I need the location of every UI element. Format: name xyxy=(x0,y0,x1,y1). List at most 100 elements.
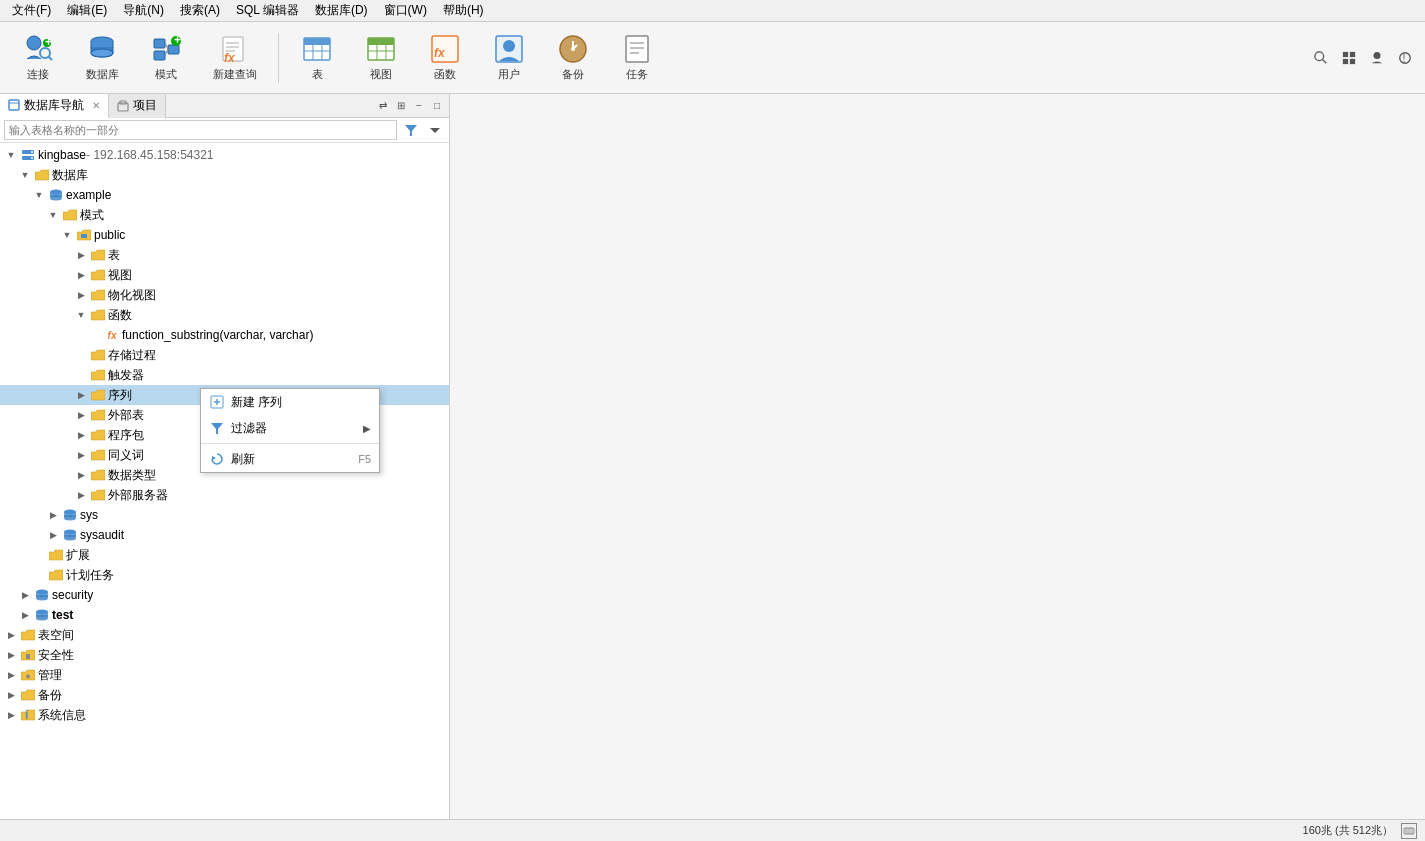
toolbar-table-btn[interactable]: 表 xyxy=(287,28,347,88)
toolbar-connect-btn[interactable]: + 连接 xyxy=(8,28,68,88)
ctx-filter-arrow: ▶ xyxy=(363,423,371,434)
tree-item-management[interactable]: ▶ 管理 xyxy=(0,665,449,685)
expand-foreign-servers[interactable]: ▶ xyxy=(74,488,88,502)
toolbar-grid-btn[interactable] xyxy=(1337,46,1361,70)
tree-item-procedures[interactable]: ▶ 存储过程 xyxy=(0,345,449,365)
expand-backup2[interactable]: ▶ xyxy=(4,688,18,702)
expand-sysinfo[interactable]: ▶ xyxy=(4,708,18,722)
menu-search[interactable]: 搜索(A) xyxy=(172,0,228,21)
menu-file[interactable]: 文件(F) xyxy=(4,0,59,21)
triggers-folder-icon xyxy=(90,367,106,383)
expand-management[interactable]: ▶ xyxy=(4,668,18,682)
svg-point-87 xyxy=(26,675,30,679)
tab-project[interactable]: 项目 xyxy=(109,94,166,118)
menu-edit[interactable]: 编辑(E) xyxy=(59,0,115,21)
tree-item-databases[interactable]: ▼ 数据库 xyxy=(0,165,449,185)
toolbar-new-query-btn[interactable]: fx 新建查询 xyxy=(200,28,270,88)
expand-sequences[interactable]: ▶ xyxy=(74,388,88,402)
svg-text:+: + xyxy=(174,33,181,47)
connect-icon: + xyxy=(22,33,54,65)
tree-item-public[interactable]: ▼ public xyxy=(0,225,449,245)
tree-item-backup2[interactable]: ▶ 备份 xyxy=(0,685,449,705)
tree-item-sys[interactable]: ▶ sys xyxy=(0,505,449,525)
filter-dropdown-btn[interactable] xyxy=(425,120,445,140)
tree-item-test[interactable]: ▶ test xyxy=(0,605,449,625)
filter-btn[interactable] xyxy=(401,120,421,140)
expand-synonyms[interactable]: ▶ xyxy=(74,448,88,462)
expand-security2[interactable]: ▶ xyxy=(4,648,18,662)
tree-item-security2[interactable]: ▶ 安全性 xyxy=(0,645,449,665)
expand-public[interactable]: ▼ xyxy=(60,228,74,242)
panel-nav-btn[interactable]: ⊞ xyxy=(393,98,409,114)
toolbar-function-btn[interactable]: fx 函数 xyxy=(415,28,475,88)
ctx-refresh[interactable]: 刷新 F5 xyxy=(201,446,379,472)
expand-foreign-tables[interactable]: ▶ xyxy=(74,408,88,422)
datatypes-folder-icon xyxy=(90,467,106,483)
expand-schemas[interactable]: ▼ xyxy=(46,208,60,222)
expand-test[interactable]: ▶ xyxy=(18,608,32,622)
toolbar-search-btn[interactable] xyxy=(1309,46,1333,70)
panel-max-btn[interactable]: □ xyxy=(429,98,445,114)
panel-sync-btn[interactable]: ⇄ xyxy=(375,98,391,114)
svg-point-0 xyxy=(27,36,41,50)
tablespace-label: 表空间 xyxy=(38,627,74,644)
tree-item-root[interactable]: ▼ kingbase - 192.168.45.158:54321 xyxy=(0,145,449,165)
panel-min-btn[interactable]: − xyxy=(411,98,427,114)
tree-item-triggers[interactable]: ▶ 触发器 xyxy=(0,365,449,385)
func1-icon: fx xyxy=(104,327,120,343)
toolbar-bug-btn[interactable]: ! xyxy=(1393,46,1417,70)
scheduledjobs-folder-icon xyxy=(48,567,64,583)
tree-item-scheduledjobs[interactable]: ▶ 计划任务 xyxy=(0,565,449,585)
expand-tables[interactable]: ▶ xyxy=(74,248,88,262)
menu-navigate[interactable]: 导航(N) xyxy=(115,0,172,21)
tree-item-func1[interactable]: ▶ fx function_substring(varchar, varchar… xyxy=(0,325,449,345)
menu-window[interactable]: 窗口(W) xyxy=(376,0,435,21)
expand-views[interactable]: ▶ xyxy=(74,268,88,282)
toolbar-database-btn[interactable]: 数据库 xyxy=(72,28,132,88)
menu-sql-editor[interactable]: SQL 编辑器 xyxy=(228,0,307,21)
ctx-new-seq[interactable]: 新建 序列 xyxy=(201,389,379,415)
tree-item-sysinfo[interactable]: ▶ i 系统信息 xyxy=(0,705,449,725)
tree-item-sysaudit[interactable]: ▶ sysaudit xyxy=(0,525,449,545)
tree-item-example[interactable]: ▼ example xyxy=(0,185,449,205)
expand-root[interactable]: ▼ xyxy=(4,148,18,162)
ctx-refresh-label: 刷新 xyxy=(231,451,352,468)
tree-item-matviews[interactable]: ▶ 物化视图 xyxy=(0,285,449,305)
svg-line-42 xyxy=(1323,59,1327,63)
tree-item-tables[interactable]: ▶ 表 xyxy=(0,245,449,265)
toolbar-user-btn[interactable]: 用户 xyxy=(479,28,539,88)
toolbar-backup-btn[interactable]: 备份 xyxy=(543,28,603,88)
toolbar-schema-btn[interactable]: + 模式 xyxy=(136,28,196,88)
toolbar-person-btn[interactable] xyxy=(1365,46,1389,70)
tree-item-functions[interactable]: ▼ 函数 xyxy=(0,305,449,325)
menu-database[interactable]: 数据库(D) xyxy=(307,0,376,21)
toolbar-view-btn[interactable]: 视图 xyxy=(351,28,411,88)
search-input[interactable] xyxy=(4,120,397,140)
expand-datatypes[interactable]: ▶ xyxy=(74,468,88,482)
toolbar-task-btn[interactable]: 任务 xyxy=(607,28,667,88)
databases-folder-icon xyxy=(34,167,50,183)
tree-item-extensions[interactable]: ▶ 扩展 xyxy=(0,545,449,565)
expand-functions[interactable]: ▼ xyxy=(74,308,88,322)
tab-db-navigator[interactable]: 数据库导航 ✕ xyxy=(0,94,109,118)
tab-close-btn[interactable]: ✕ xyxy=(92,100,100,111)
expand-databases[interactable]: ▼ xyxy=(18,168,32,182)
expand-security[interactable]: ▶ xyxy=(18,588,32,602)
expand-sysaudit[interactable]: ▶ xyxy=(46,528,60,542)
synonyms-label: 同义词 xyxy=(108,447,144,464)
expand-packages[interactable]: ▶ xyxy=(74,428,88,442)
filter-ctx-icon xyxy=(209,420,225,436)
tree-item-views[interactable]: ▶ 视图 xyxy=(0,265,449,285)
expand-matviews[interactable]: ▶ xyxy=(74,288,88,302)
memory-icon xyxy=(1401,823,1417,839)
expand-sys[interactable]: ▶ xyxy=(46,508,60,522)
root-connection: - 192.168.45.158:54321 xyxy=(86,148,213,162)
tree-item-security[interactable]: ▶ security xyxy=(0,585,449,605)
menu-help[interactable]: 帮助(H) xyxy=(435,0,492,21)
ctx-filter[interactable]: 过滤器 ▶ xyxy=(201,415,379,441)
tree-item-tablespace[interactable]: ▶ 表空间 xyxy=(0,625,449,645)
expand-example[interactable]: ▼ xyxy=(32,188,46,202)
expand-tablespace[interactable]: ▶ xyxy=(4,628,18,642)
tree-item-foreign-servers[interactable]: ▶ 外部服务器 xyxy=(0,485,449,505)
tree-item-schemas[interactable]: ▼ 模式 xyxy=(0,205,449,225)
